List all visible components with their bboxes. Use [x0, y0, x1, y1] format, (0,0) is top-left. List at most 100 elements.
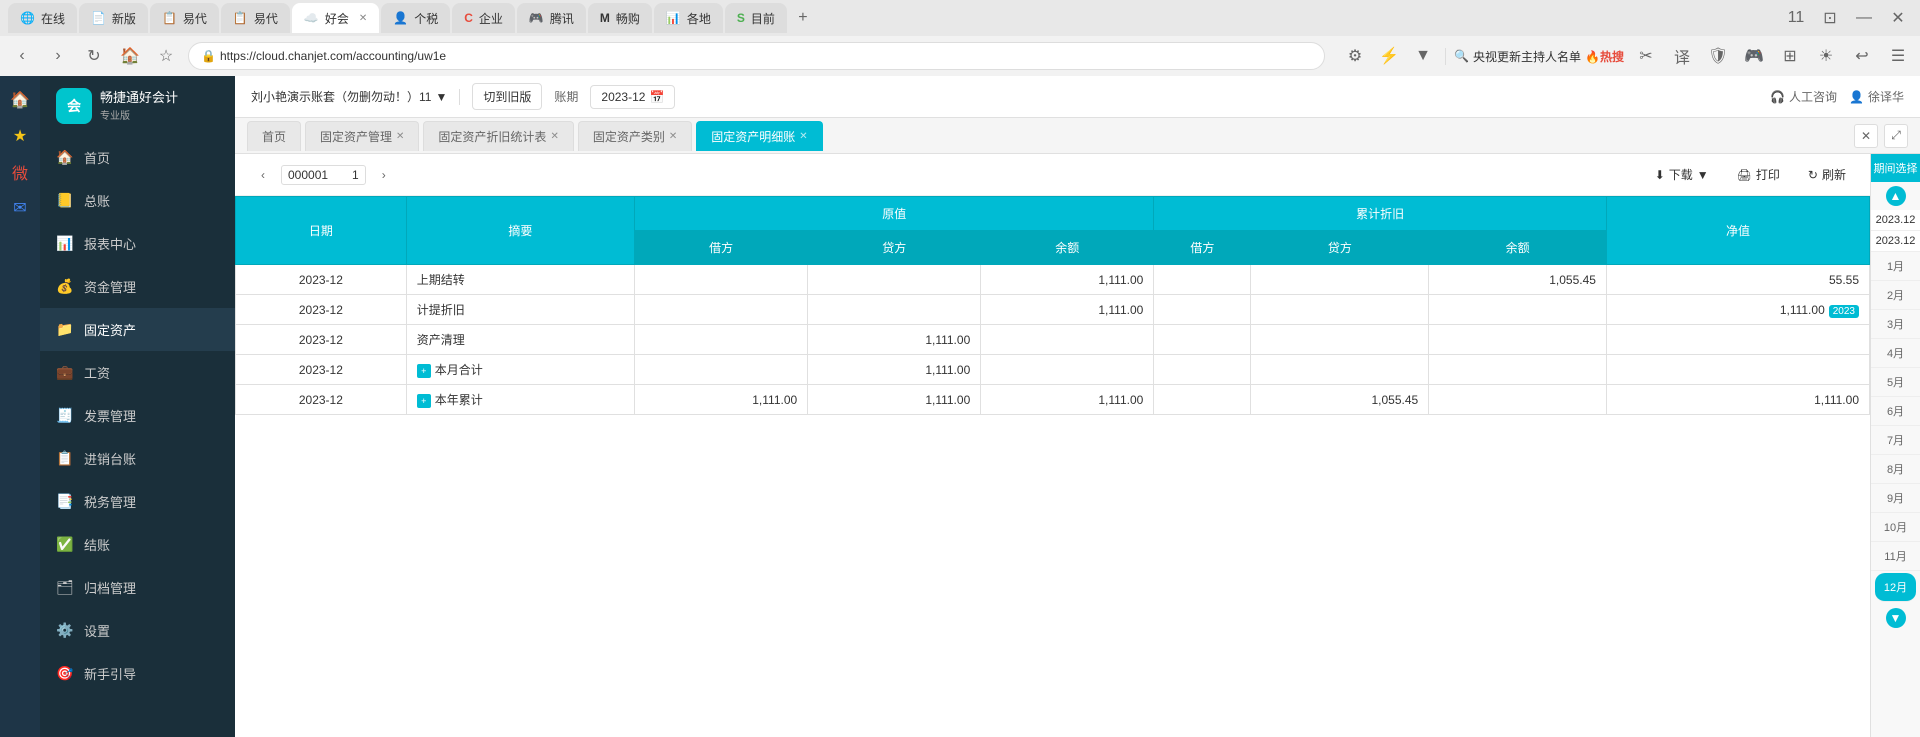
service-button[interactable]: 🎧 人工咨询: [1770, 88, 1837, 105]
period-month-1月[interactable]: 1月: [1871, 252, 1920, 281]
page-tab-category-close[interactable]: ✕: [669, 131, 677, 142]
page-tab-category[interactable]: 固定资产类别 ✕: [578, 121, 692, 151]
tab-close-haohui[interactable]: ✕: [359, 13, 367, 24]
period-month-5月[interactable]: 5月: [1871, 368, 1920, 397]
tab-close-btn[interactable]: ✕: [1854, 124, 1878, 148]
refresh-btn[interactable]: ↻ 刷新: [1800, 162, 1854, 187]
history-btn[interactable]: ↩: [1848, 42, 1876, 70]
next-page-btn[interactable]: ›: [372, 163, 396, 187]
period-month-11月[interactable]: 11月: [1871, 542, 1920, 571]
tab-tengxun[interactable]: 🎮 腾讯: [517, 3, 586, 33]
address-input[interactable]: 🔒 https://cloud.chanjet.com/accounting/u…: [188, 42, 1325, 70]
bookmark-button[interactable]: ☆: [152, 42, 180, 70]
shield-btn[interactable]: 🛡: [1704, 42, 1732, 70]
sidebar-item-sales[interactable]: 📋 进销台账: [40, 437, 235, 480]
home-button[interactable]: 🏠: [116, 42, 144, 70]
cell-summary-4: +本年累计: [406, 385, 634, 415]
extensions-btn[interactable]: ⚙: [1341, 42, 1369, 70]
prev-page-btn[interactable]: ‹: [251, 163, 275, 187]
sidebar-item-reports[interactable]: 📊 报表中心: [40, 222, 235, 265]
new-tab-button[interactable]: +: [789, 4, 817, 32]
game-btn[interactable]: 🎮: [1740, 42, 1768, 70]
page-tab-depreciation[interactable]: 固定资产折旧统计表 ✕: [423, 121, 573, 151]
tab-geshui[interactable]: 👤 个税: [381, 3, 450, 33]
page-tab-depreciation-close[interactable]: ✕: [550, 131, 558, 142]
tab-new[interactable]: 📄 新版: [79, 3, 148, 33]
cell-date-4: 2023-12: [236, 385, 407, 415]
sidebar-item-invoice[interactable]: 🧾 发票管理: [40, 394, 235, 437]
period-down-btn[interactable]: ▼: [1886, 608, 1906, 628]
sidebar-item-closing[interactable]: ✅ 结账: [40, 523, 235, 566]
page-tab-asset-mgmt-close[interactable]: ✕: [396, 131, 404, 142]
page-tab-detail[interactable]: 固定资产明细账 ✕: [696, 121, 822, 151]
translate-btn[interactable]: 译: [1668, 42, 1696, 70]
company-dropdown-icon: ▼: [435, 90, 447, 104]
scissors-btn[interactable]: ✂: [1632, 42, 1660, 70]
grid-btn[interactable]: ⊞: [1776, 42, 1804, 70]
switch-version-btn[interactable]: 切到旧版: [472, 83, 542, 110]
period-up-btn[interactable]: ▲: [1886, 186, 1906, 206]
forward-button[interactable]: ›: [44, 42, 72, 70]
main-content: 刘小艳演示账套（勿删勿动！）11 ▼ 切到旧版 账期 2023-12 📅 🎧 人…: [235, 76, 1920, 737]
tab-qiye[interactable]: C 企业: [452, 3, 515, 33]
download-icon: ⬇: [1655, 168, 1665, 182]
tab-bar-restore[interactable]: —: [1850, 4, 1878, 32]
home-icon-btn[interactable]: 🏠: [4, 84, 36, 116]
period-month-10月[interactable]: 10月: [1871, 513, 1920, 542]
sidebar-item-ledger[interactable]: 📒 总账: [40, 179, 235, 222]
back-button[interactable]: ‹: [8, 42, 36, 70]
period-month-3月[interactable]: 3月: [1871, 310, 1920, 339]
tab-bar-maximize[interactable]: ⊡: [1816, 4, 1844, 32]
period-month-7月[interactable]: 7月: [1871, 426, 1920, 455]
period-month-4月[interactable]: 4月: [1871, 339, 1920, 368]
star-icon-btn[interactable]: ★: [4, 120, 36, 152]
col-orig-balance: 余额: [981, 231, 1154, 265]
period-month-12月[interactable]: 12月: [1875, 573, 1916, 602]
tab-gedi[interactable]: 📊 各地: [654, 3, 723, 33]
download-btn[interactable]: ⬇ 下载 ▼: [1647, 162, 1717, 187]
tab-chang[interactable]: M 畅购: [588, 3, 652, 33]
search-text: 央视更新主持人名单: [1473, 48, 1581, 65]
reload-button[interactable]: ↻: [80, 42, 108, 70]
period-month-6月[interactable]: 6月: [1871, 397, 1920, 426]
company-selector[interactable]: 刘小艳演示账套（勿删勿动！）11 ▼: [251, 88, 447, 105]
period-selector[interactable]: 2023-12 📅: [590, 85, 675, 109]
sidebar-item-settings[interactable]: ⚙️ 设置: [40, 609, 235, 652]
page-tab-detail-close[interactable]: ✕: [799, 131, 807, 142]
lightning-btn[interactable]: ⚡: [1375, 42, 1403, 70]
period-month-2月[interactable]: 2月: [1871, 281, 1920, 310]
tab-expand-btn[interactable]: ⤢: [1884, 124, 1908, 148]
menu-btn[interactable]: ☰: [1884, 42, 1912, 70]
period-month-9月[interactable]: 9月: [1871, 484, 1920, 513]
sidebar-item-payroll[interactable]: 💼 工资: [40, 351, 235, 394]
sidebar-item-home[interactable]: 🏠 首页: [40, 136, 235, 179]
period-month-8月[interactable]: 8月: [1871, 455, 1920, 484]
col-original-value: 原值: [635, 197, 1154, 231]
sidebar-item-funds[interactable]: 💰 资金管理: [40, 265, 235, 308]
tab-bar-close[interactable]: ✕: [1884, 4, 1912, 32]
tab-muqian[interactable]: S 目前: [725, 3, 787, 33]
page-tab-asset-mgmt[interactable]: 固定资产管理 ✕: [305, 121, 419, 151]
cell-summary-3: +本月合计: [406, 355, 634, 385]
sidebar-item-tax[interactable]: 📑 税务管理: [40, 480, 235, 523]
sidebar-item-assets[interactable]: 📁 固定资产: [40, 308, 235, 351]
tab-online[interactable]: 🌐 在线: [8, 3, 77, 33]
col-accum-balance: 余额: [1429, 231, 1607, 265]
page-tab-home[interactable]: 首页: [247, 121, 301, 151]
cell-net-value-2: [1606, 325, 1869, 355]
sidebar-item-guide[interactable]: 🎯 新手引导: [40, 652, 235, 695]
user-info[interactable]: 👤 徐译华: [1849, 88, 1904, 105]
header-right: 🎧 人工咨询 👤 徐译华: [1770, 88, 1904, 105]
brightness-btn[interactable]: ☀: [1812, 42, 1840, 70]
page-code: 000001: [288, 168, 348, 182]
tab-haohui[interactable]: ☁️ 好会 ✕: [292, 3, 379, 33]
sidebar-item-archive[interactable]: 🗂 归档管理: [40, 566, 235, 609]
print-btn[interactable]: 🖨 打印: [1729, 162, 1788, 187]
tab-bar-minimize[interactable]: 11: [1782, 4, 1810, 32]
mail-icon-btn[interactable]: ✉: [4, 192, 36, 224]
tab-yidai1[interactable]: 📋 易代: [150, 3, 219, 33]
weibo-icon-btn[interactable]: 微: [4, 156, 36, 188]
tab-yidai2[interactable]: 📋 易代: [221, 3, 290, 33]
dropdown-btn[interactable]: ▼: [1409, 42, 1437, 70]
cell-orig-debit-4: 1,111.00: [635, 385, 808, 415]
